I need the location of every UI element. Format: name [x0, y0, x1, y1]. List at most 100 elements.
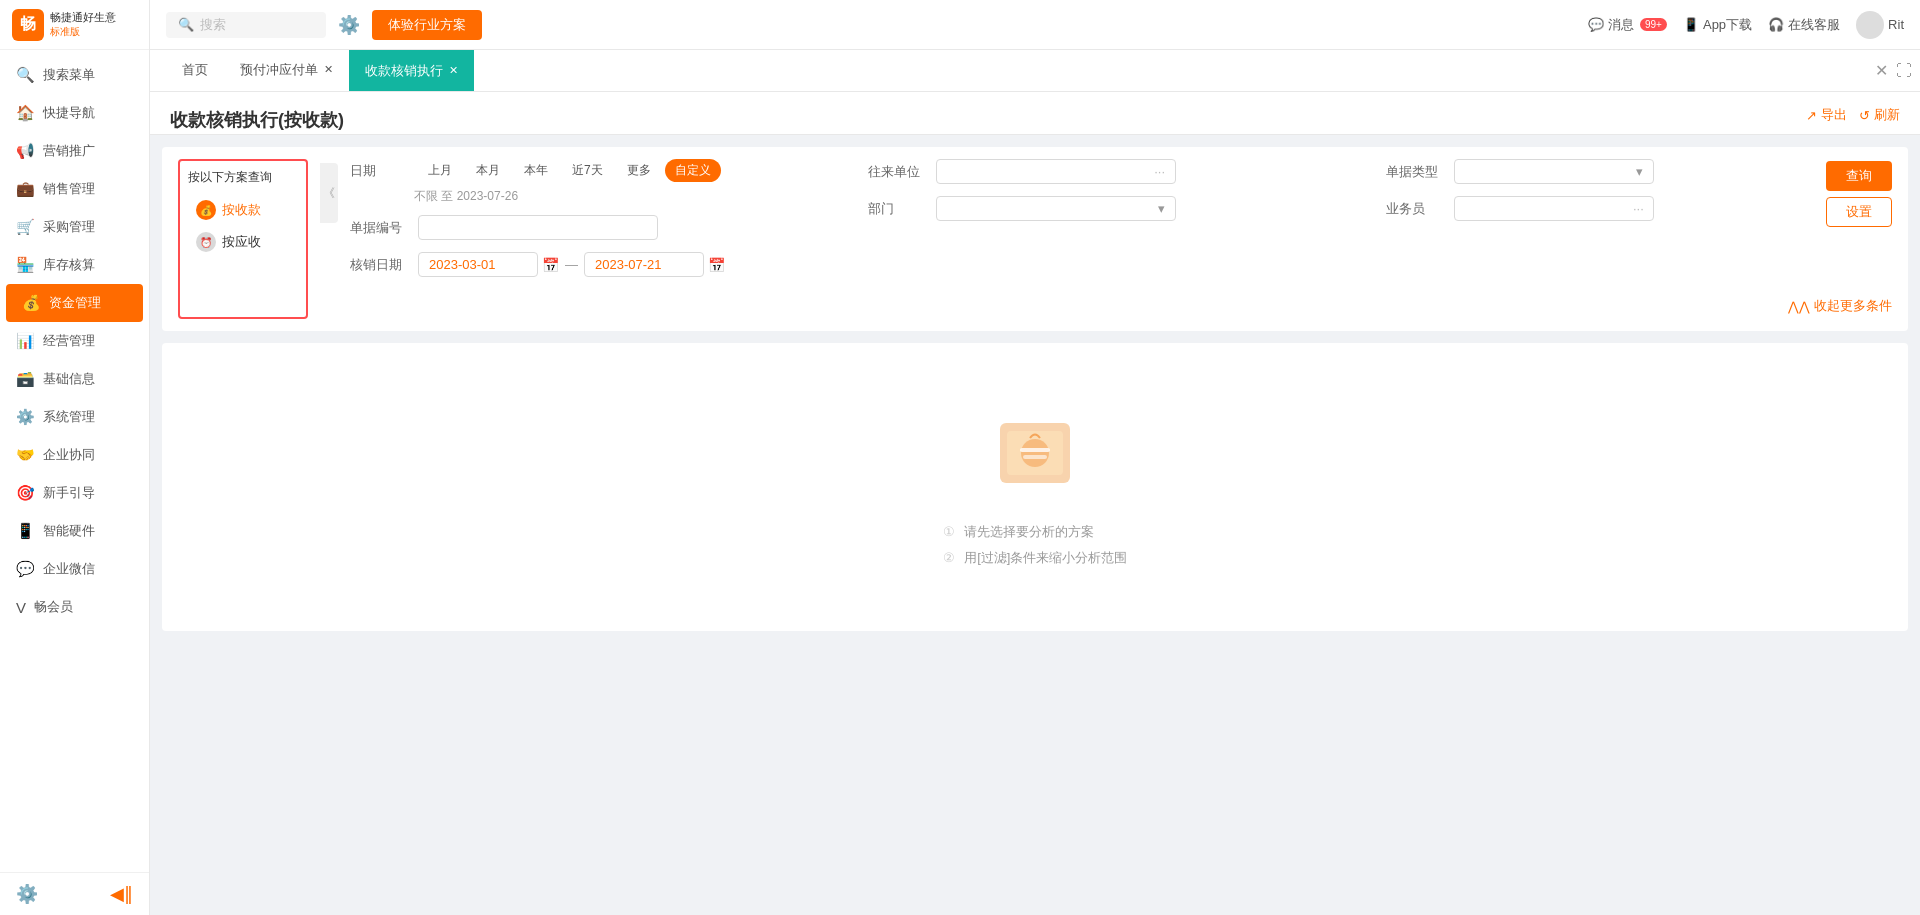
filter-row-doctype: 单据类型 ▾	[1386, 159, 1818, 184]
user-info[interactable]: Rit	[1856, 11, 1904, 39]
app-download-item[interactable]: 📱 App下载	[1683, 16, 1752, 34]
search-icon: 🔍	[178, 17, 194, 32]
message-badge: 99+	[1640, 18, 1667, 31]
industry-solution-button[interactable]: 体验行业方案	[372, 10, 482, 40]
date-tag-this-month[interactable]: 本月	[466, 159, 510, 182]
customer-service-item[interactable]: 🎧 在线客服	[1768, 16, 1840, 34]
docnum-label: 单据编号	[350, 219, 402, 237]
sidebar-item-wechat-label: 企业微信	[43, 560, 95, 578]
message-item[interactable]: 💬 消息 99+	[1588, 16, 1667, 34]
search-box[interactable]: 🔍 搜索	[166, 12, 326, 38]
sidebar-item-purchase[interactable]: 🛒 采购管理	[0, 208, 149, 246]
sidebar: 畅 畅捷通好生意 标准版 🔍 搜索菜单 🏠 快捷导航 📢 营销推广 💼 销售管理…	[0, 0, 150, 915]
writeoff-end-calendar-icon[interactable]: 📅	[708, 257, 725, 273]
writeoff-start-calendar-icon[interactable]: 📅	[542, 257, 559, 273]
sidebar-item-finance-label: 资金管理	[49, 294, 101, 312]
date-tag-this-year[interactable]: 本年	[514, 159, 558, 182]
sidebar-item-operations[interactable]: 📊 经营管理	[0, 322, 149, 360]
empty-tips: ① 请先选择要分析的方案 ② 用[过滤]条件来缩小分析范围	[943, 519, 1128, 571]
refresh-button[interactable]: ↺ 刷新	[1859, 106, 1900, 124]
settings-gear-icon[interactable]: ⚙️	[338, 14, 360, 36]
filter-row-docnum: 单据编号	[350, 215, 856, 240]
sidebar-item-system[interactable]: ⚙️ 系统管理	[0, 398, 149, 436]
sidebar-item-hardware[interactable]: 📱 智能硬件	[0, 512, 149, 550]
maximize-icon[interactable]: ⛶	[1896, 62, 1912, 80]
writeoff-end-field[interactable]	[584, 252, 704, 277]
writeoff-tab-label: 收款核销执行	[365, 62, 443, 80]
sidebar-item-shortcuts-label: 快捷导航	[43, 104, 95, 122]
salesperson-label: 业务员	[1386, 200, 1438, 218]
filter-option-receivable-label: 按应收	[222, 233, 261, 251]
export-button[interactable]: ↗ 导出	[1806, 106, 1847, 124]
purchase-icon: 🛒	[16, 218, 35, 236]
setting-button[interactable]: 设置	[1826, 197, 1892, 227]
page-title: 收款核销执行(按收款)	[170, 108, 344, 132]
tab-home[interactable]: 首页	[166, 50, 224, 91]
content-area: 收款核销执行(按收款) ↗ 导出 ↺ 刷新 按以下方案查询 💰 按收款	[150, 92, 1920, 915]
home-tab-label: 首页	[182, 61, 208, 79]
empty-tip1: 请先选择要分析的方案	[964, 524, 1094, 539]
sidebar-logo: 畅 畅捷通好生意 标准版	[0, 0, 149, 50]
salesperson-dots-icon[interactable]: ···	[1633, 201, 1644, 216]
department-dropdown-icon: ▾	[1158, 201, 1165, 216]
sidebar-item-inventory-label: 库存核算	[43, 256, 95, 274]
sidebar-item-enterprise[interactable]: 🤝 企业协同	[0, 436, 149, 474]
filter-row-date: 日期 上月 本月 本年 近7天 更多 自定义	[350, 159, 856, 182]
settings-icon[interactable]: ⚙️	[16, 883, 38, 905]
filter-option-by-receivable[interactable]: ⏰ 按应收	[188, 226, 298, 258]
filter-panel: 按以下方案查询 💰 按收款 ⏰ 按应收 《	[162, 147, 1908, 331]
sidebar-item-guide[interactable]: 🎯 新手引导	[0, 474, 149, 512]
tab-prepay[interactable]: 预付冲应付单 ✕	[224, 50, 349, 91]
sidebar-item-member-label: 畅会员	[34, 598, 73, 616]
sidebar-item-search[interactable]: 🔍 搜索菜单	[0, 56, 149, 94]
docnum-input[interactable]	[418, 215, 658, 240]
tabbar: 首页 预付冲应付单 ✕ 收款核销执行 ✕ ✕ ⛶	[150, 50, 1920, 92]
query-button[interactable]: 查询	[1826, 161, 1892, 191]
counterparty-input[interactable]	[947, 164, 1154, 179]
sidebar-item-wechat[interactable]: 💬 企业微信	[0, 550, 149, 588]
counterparty-label: 往来单位	[868, 163, 920, 181]
filter-row-counterparty: 往来单位 ···	[868, 159, 1374, 184]
prepay-tab-close-icon[interactable]: ✕	[324, 63, 333, 76]
date-tag-custom[interactable]: 自定义	[665, 159, 721, 182]
username-label: Rit	[1888, 17, 1904, 32]
topbar-left: 🔍 搜索 ⚙️ 体验行业方案	[166, 10, 482, 40]
prepay-tab-label: 预付冲应付单	[240, 61, 318, 79]
export-label: 导出	[1821, 106, 1847, 124]
department-label: 部门	[868, 200, 920, 218]
date-tag-7days[interactable]: 近7天	[562, 159, 613, 182]
date-tag-last-month[interactable]: 上月	[418, 159, 462, 182]
filter-row-salesperson: 业务员 ···	[1386, 196, 1818, 221]
date-value-text: 不限 至 2023-07-26	[414, 189, 518, 203]
chevron-left-icon: 《	[323, 185, 335, 202]
sidebar-menu: 🔍 搜索菜单 🏠 快捷导航 📢 营销推广 💼 销售管理 🛒 采购管理 🏪 库存核…	[0, 50, 149, 872]
sidebar-item-purchase-label: 采购管理	[43, 218, 95, 236]
sidebar-item-member[interactable]: V 畅会员	[0, 588, 149, 626]
sidebar-item-finance[interactable]: 💰 资金管理	[6, 284, 143, 322]
tab-writeoff[interactable]: 收款核销执行 ✕	[349, 50, 474, 91]
filter-collapse-button[interactable]: 《	[320, 163, 338, 223]
writeoff-start-field[interactable]	[418, 252, 538, 277]
counterparty-dots-icon[interactable]: ···	[1154, 164, 1165, 179]
writeoff-tab-close-icon[interactable]: ✕	[449, 64, 458, 77]
more-conditions-toggle[interactable]: ⋀⋀ 收起更多条件	[350, 289, 1892, 319]
search-icon: 🔍	[16, 66, 35, 84]
sidebar-item-basics[interactable]: 🗃️ 基础信息	[0, 360, 149, 398]
sidebar-item-sales[interactable]: 💼 销售管理	[0, 170, 149, 208]
sidebar-item-shortcuts[interactable]: 🏠 快捷导航	[0, 94, 149, 132]
sidebar-item-inventory[interactable]: 🏪 库存核算	[0, 246, 149, 284]
svg-point-2	[1021, 439, 1049, 467]
page-header: 收款核销执行(按收款) ↗ 导出 ↺ 刷新	[150, 92, 1920, 135]
customer-service-label: 在线客服	[1788, 16, 1840, 34]
date-tag-more[interactable]: 更多	[617, 159, 661, 182]
filter-option-by-receipt[interactable]: 💰 按收款	[188, 194, 298, 226]
inventory-icon: 🏪	[16, 256, 35, 274]
home-icon: 🏠	[16, 104, 35, 122]
close-window-icon[interactable]: ✕	[1875, 61, 1888, 80]
collapse-sidebar-icon[interactable]: ◀‖	[110, 883, 133, 905]
export-icon: ↗	[1806, 108, 1817, 123]
salesperson-input[interactable]	[1465, 201, 1633, 216]
date-separator: —	[565, 257, 578, 272]
sidebar-item-sales-label: 销售管理	[43, 180, 95, 198]
sidebar-item-marketing[interactable]: 📢 营销推广	[0, 132, 149, 170]
